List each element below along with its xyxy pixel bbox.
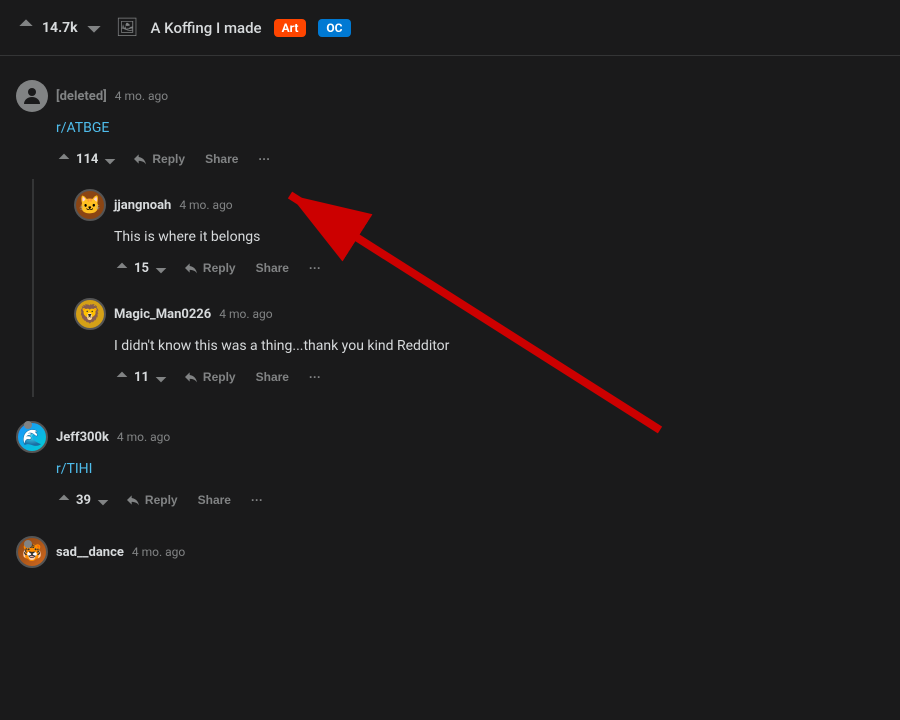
comment-2-dot	[24, 421, 32, 429]
post-vote-area[interactable]: 14.7k	[16, 16, 104, 40]
comment-3-username: sad__dance	[56, 545, 124, 560]
comment-1-2-more-icon: ···	[309, 370, 321, 384]
comment-2-timestamp: 4 mo. ago	[117, 430, 170, 444]
comment-1-more-icon: ···	[258, 152, 270, 166]
comment-1-2-timestamp: 4 mo. ago	[219, 307, 272, 321]
image-icon: 🖼	[116, 17, 139, 38]
comment-1-body: r/ATBGE	[56, 118, 884, 139]
comment-3-avatar: 🐯	[16, 536, 48, 568]
comment-1-2-reply-label: Reply	[203, 370, 236, 384]
comment-1-2-share-label: Share	[256, 370, 289, 384]
comment-1-2-vote-count: 11	[134, 370, 149, 385]
tag-oc: OC	[318, 19, 350, 37]
comment-2-body: r/TIHI	[56, 459, 884, 480]
comment-1-2-reply-button[interactable]: Reply	[177, 365, 242, 389]
comments-section: [deleted] 4 mo. ago r/ATBGE 114 Reply Sh…	[0, 56, 900, 590]
tag-art: Art	[274, 19, 307, 37]
comment-2: 🌊 Jeff300k 4 mo. ago r/TIHI 39 Reply Sha…	[0, 405, 900, 520]
comment-1-1-reply-button[interactable]: Reply	[177, 256, 242, 280]
comment-1-1-more-button[interactable]: ···	[303, 257, 327, 279]
comment-1-2-actions: 11 Reply Share ···	[114, 365, 868, 389]
comment-1-downvote-icon[interactable]	[102, 151, 118, 167]
comment-1-1-share-label: Share	[256, 261, 289, 275]
upvote-icon[interactable]	[16, 16, 36, 40]
comment-3: 🐯 sad__dance 4 mo. ago	[0, 520, 900, 582]
comment-1-1-reply-icon	[183, 260, 199, 276]
comment-1-username: [deleted]	[56, 89, 107, 104]
comment-1-reply-label: Reply	[152, 152, 185, 166]
comment-1-1-share-button[interactable]: Share	[250, 257, 295, 279]
comment-1-thread: 🐱 jjangnoah 4 mo. ago This is where it b…	[32, 179, 884, 397]
comment-1-vote[interactable]: 114	[56, 151, 118, 167]
comment-1-1-avatar: 🐱	[74, 189, 106, 221]
comment-2-more-icon: ···	[251, 493, 263, 507]
comment-1-1: 🐱 jjangnoah 4 mo. ago This is where it b…	[34, 179, 884, 288]
comment-1-link[interactable]: r/ATBGE	[56, 120, 109, 136]
comment-1-header: [deleted] 4 mo. ago	[16, 80, 884, 112]
comment-2-header: 🌊 Jeff300k 4 mo. ago	[16, 421, 884, 453]
comment-1: [deleted] 4 mo. ago r/ATBGE 114 Reply Sh…	[0, 64, 900, 405]
comment-1-vote-count: 114	[76, 152, 98, 167]
comment-1-1-username: jjangnoah	[114, 198, 171, 213]
comment-1-1-upvote-icon[interactable]	[114, 260, 130, 276]
comment-1-2-vote[interactable]: 11	[114, 369, 169, 385]
comment-1-1-actions: 15 Reply Share ···	[114, 256, 868, 280]
comment-2-downvote-icon[interactable]	[95, 492, 111, 508]
comment-1-2-avatar: 🦁	[74, 298, 106, 330]
comment-1-2-downvote-icon[interactable]	[153, 369, 169, 385]
comment-1-2-username: Magic_Man0226	[114, 307, 211, 322]
comment-1-2: 🦁 Magic_Man0226 4 mo. ago I didn't know …	[34, 288, 884, 397]
comment-3-dot	[24, 540, 32, 548]
comment-3-timestamp: 4 mo. ago	[132, 545, 185, 559]
comment-2-upvote-icon[interactable]	[56, 492, 72, 508]
comment-1-share-label: Share	[205, 152, 238, 166]
comment-2-share-label: Share	[198, 493, 231, 507]
post-title: A Koffing I made	[151, 19, 262, 37]
post-vote-count: 14.7k	[42, 20, 78, 36]
comment-1-1-vote[interactable]: 15	[114, 260, 169, 276]
comment-1-1-downvote-icon[interactable]	[153, 260, 169, 276]
comment-1-more-button[interactable]: ···	[252, 148, 276, 170]
comment-1-reply-button[interactable]: Reply	[126, 147, 191, 171]
comment-1-1-header: 🐱 jjangnoah 4 mo. ago	[74, 189, 868, 221]
comment-1-2-share-button[interactable]: Share	[250, 366, 295, 388]
comment-2-share-button[interactable]: Share	[192, 489, 237, 511]
comment-1-2-more-button[interactable]: ···	[303, 366, 327, 388]
comment-2-vote-count: 39	[76, 493, 91, 508]
comment-1-1-timestamp: 4 mo. ago	[179, 198, 232, 212]
comment-1-2-reply-icon	[183, 369, 199, 385]
comment-1-avatar	[16, 80, 48, 112]
comment-2-avatar: 🌊	[16, 421, 48, 453]
top-bar: 14.7k 🖼 A Koffing I made Art OC	[0, 0, 900, 56]
comment-2-reply-icon	[125, 492, 141, 508]
comment-1-timestamp: 4 mo. ago	[115, 89, 168, 103]
comment-1-1-reply-label: Reply	[203, 261, 236, 275]
comment-1-2-body: I didn't know this was a thing...thank y…	[114, 336, 868, 357]
comment-1-2-upvote-icon[interactable]	[114, 369, 130, 385]
comment-1-2-header: 🦁 Magic_Man0226 4 mo. ago	[74, 298, 868, 330]
downvote-icon[interactable]	[84, 16, 104, 40]
comment-2-vote[interactable]: 39	[56, 492, 111, 508]
comment-2-reply-button[interactable]: Reply	[119, 488, 184, 512]
comment-1-1-vote-count: 15	[134, 261, 149, 276]
comment-2-more-button[interactable]: ···	[245, 489, 269, 511]
comment-3-header: 🐯 sad__dance 4 mo. ago	[16, 536, 884, 568]
comment-1-1-more-icon: ···	[309, 261, 321, 275]
comment-1-1-body: This is where it belongs	[114, 227, 868, 248]
comment-1-upvote-icon[interactable]	[56, 151, 72, 167]
comment-2-link[interactable]: r/TIHI	[56, 461, 92, 477]
comment-2-username: Jeff300k	[56, 430, 109, 445]
comment-1-share-button[interactable]: Share	[199, 148, 244, 170]
comment-2-actions: 39 Reply Share ···	[56, 488, 884, 512]
comment-1-reply-icon	[132, 151, 148, 167]
comment-1-actions: 114 Reply Share ···	[56, 147, 884, 171]
comment-2-reply-label: Reply	[145, 493, 178, 507]
